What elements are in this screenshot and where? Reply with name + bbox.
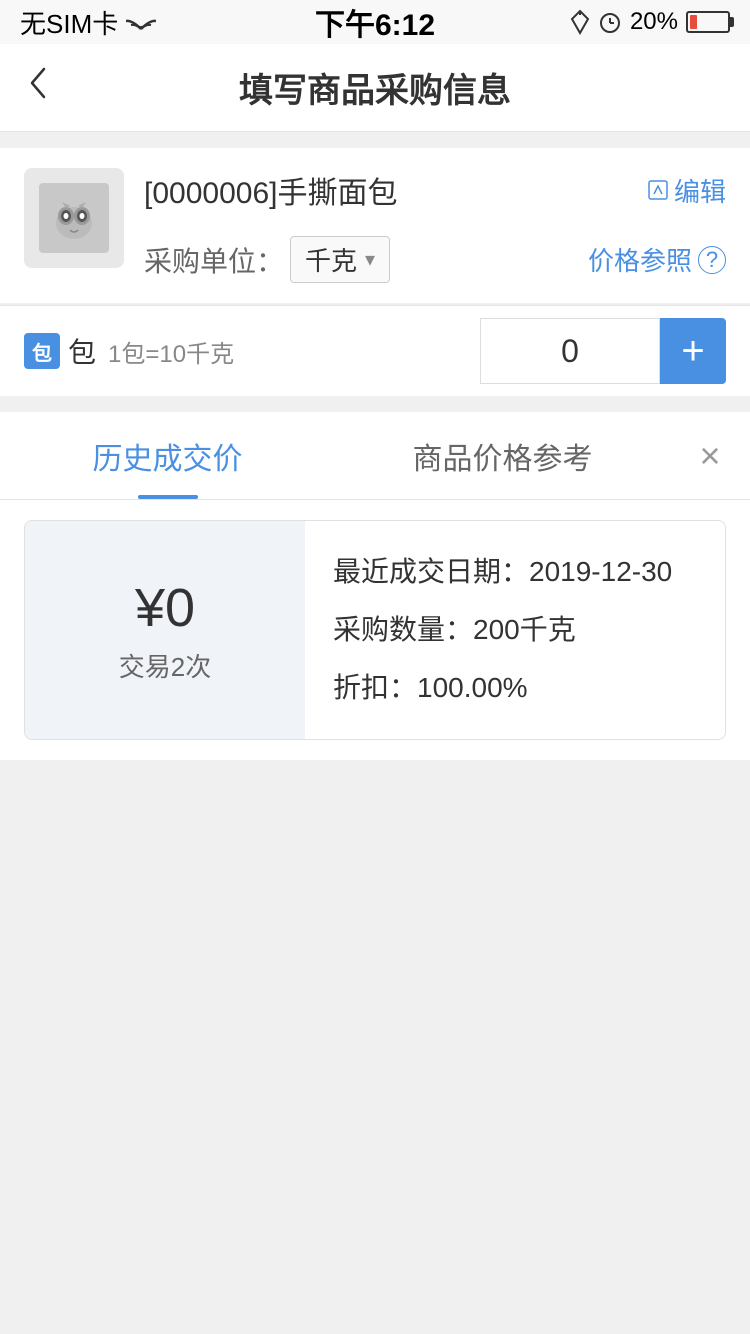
battery-icon — [686, 11, 730, 33]
recent-date-row: 最近成交日期：2019-12-30 — [333, 551, 697, 593]
discount-row: 折扣：100.00% — [333, 667, 697, 709]
purchase-qty-label: 采购数量： — [333, 614, 473, 645]
tabs-container: 历史成交价 商品价格参考 × ¥0 交易2次 — [0, 412, 750, 760]
purchase-qty-row: 采购数量：200千克 — [333, 609, 697, 651]
product-thumbnail — [24, 168, 124, 268]
location-icon — [570, 9, 590, 35]
battery-percent: 20% — [630, 8, 678, 36]
status-time: 下午6:12 — [315, 0, 435, 44]
trade-count: 交易2次 — [119, 647, 211, 684]
product-info: [0000006]手撕面包 编辑 采购单位： 千克 ▾ — [144, 168, 726, 283]
price-amount: 0 — [165, 578, 195, 638]
product-card: [0000006]手撕面包 编辑 采购单位： 千克 ▾ — [0, 148, 750, 303]
tab-active-indicator — [138, 495, 198, 499]
main-content: [0000006]手撕面包 编辑 采购单位： 千克 ▾ — [0, 148, 750, 760]
tabs-header: 历史成交价 商品价格参考 × — [0, 412, 750, 500]
price-card-container: ¥0 交易2次 最近成交日期：2019-12-30 采购数量：200千克 折扣：… — [0, 500, 750, 760]
price-ref-label: 价格参照 — [588, 241, 692, 278]
status-right: 20% — [570, 8, 730, 36]
discount-label: 折扣： — [333, 672, 417, 703]
product-name: [0000006]手撕面包 — [144, 168, 397, 212]
wifi-icon — [126, 11, 156, 33]
unit-name: 包 — [68, 331, 96, 371]
conversion-text: 1包=10千克 — [108, 334, 234, 369]
chevron-down-icon: ▾ — [365, 247, 375, 272]
tab-close-button[interactable]: × — [670, 412, 750, 499]
purchase-qty-value: 200千克 — [473, 614, 576, 645]
unit-select[interactable]: 千克 ▾ — [290, 236, 390, 283]
page-title: 填写商品采购信息 — [239, 63, 511, 112]
price-card: ¥0 交易2次 最近成交日期：2019-12-30 采购数量：200千克 折扣：… — [24, 520, 726, 740]
recent-date-value: 2019-12-30 — [529, 556, 672, 587]
back-button[interactable] — [24, 61, 52, 115]
quantity-input[interactable]: 0 — [480, 318, 660, 384]
quantity-plus-button[interactable]: + — [660, 318, 726, 384]
signal-text: 无SIM卡 — [20, 4, 118, 41]
edit-label: 编辑 — [674, 172, 726, 209]
tab-history-price[interactable]: 历史成交价 — [0, 412, 335, 499]
quantity-section: 包 包 1包=10千克 0 + — [0, 305, 750, 396]
price-reference-button[interactable]: 价格参照 ? — [588, 241, 726, 278]
nav-bar: 填写商品采购信息 — [0, 44, 750, 132]
price-card-left: ¥0 交易2次 — [25, 521, 305, 739]
tab-product-price[interactable]: 商品价格参考 — [335, 412, 670, 499]
discount-value: 100.00% — [417, 672, 528, 703]
alarm-icon — [598, 10, 622, 34]
recent-date-label: 最近成交日期： — [333, 556, 529, 587]
unit-icon: 包 — [24, 333, 60, 369]
unit-value: 千克 — [305, 241, 357, 278]
unit-label: 采购单位： — [144, 240, 284, 280]
quantity-controls: 0 + — [480, 318, 726, 384]
currency-symbol: ¥ — [135, 578, 165, 638]
status-bar: 无SIM卡 下午6:12 20% — [0, 0, 750, 44]
status-signal: 无SIM卡 — [20, 4, 156, 41]
price-card-right: 最近成交日期：2019-12-30 采购数量：200千克 折扣：100.00% — [305, 521, 725, 739]
price-display: ¥0 — [135, 577, 195, 639]
edit-button[interactable]: 编辑 — [646, 172, 726, 209]
question-mark-icon: ? — [698, 246, 726, 274]
